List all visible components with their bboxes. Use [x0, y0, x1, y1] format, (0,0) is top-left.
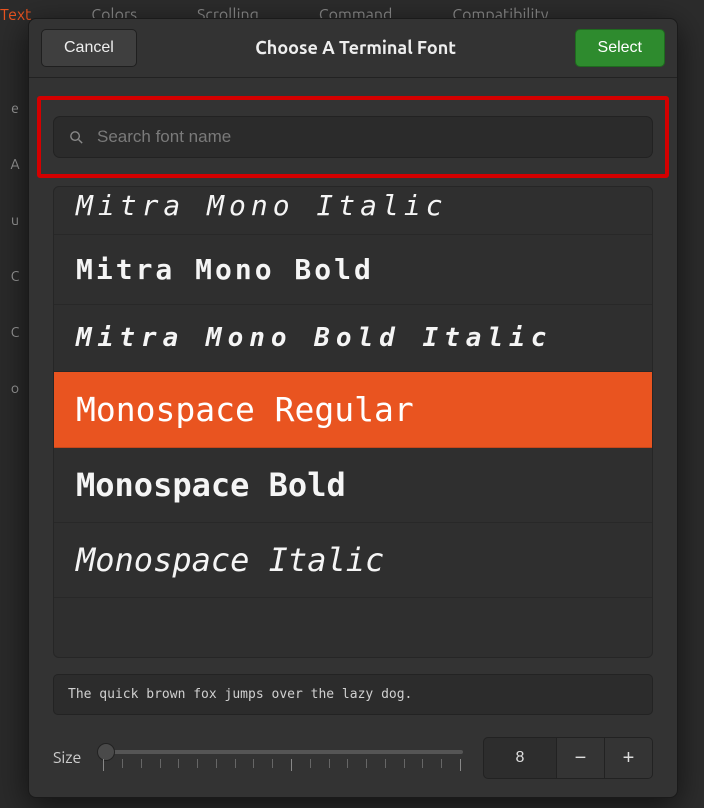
size-row: Size − +: [53, 737, 653, 779]
font-item-mitra-mono-italic[interactable]: Mitra Mono Italic: [54, 187, 652, 235]
cancel-button[interactable]: Cancel: [41, 29, 137, 67]
size-input[interactable]: [484, 738, 556, 778]
search-field-wrap[interactable]: [53, 116, 653, 158]
size-spinbutton: − +: [483, 737, 653, 779]
search-input[interactable]: [97, 127, 638, 147]
background-sidebar: e A u C C o: [0, 40, 30, 808]
search-icon: [68, 129, 85, 146]
select-button[interactable]: Select: [575, 29, 665, 67]
bg-tab-text: Text: [0, 6, 31, 24]
size-increment-button[interactable]: +: [604, 738, 652, 778]
size-label: Size: [53, 749, 81, 767]
size-decrement-button[interactable]: −: [556, 738, 604, 778]
search-highlight-annotation: [37, 96, 669, 178]
font-item-monospace-italic[interactable]: Monospace Italic: [54, 523, 652, 598]
font-preview: The quick brown fox jumps over the lazy …: [53, 674, 653, 715]
slider-track: [101, 750, 463, 754]
font-item-mitra-mono-bold-italic[interactable]: Mitra Mono Bold Italic: [54, 305, 652, 372]
dialog-title: Choose A Terminal Font: [137, 38, 575, 58]
titlebar: Cancel Choose A Terminal Font Select: [29, 19, 677, 78]
font-item-monospace-bold[interactable]: Monospace Bold: [54, 448, 652, 523]
font-chooser-dialog: Cancel Choose A Terminal Font Select Mit…: [28, 18, 678, 798]
font-list[interactable]: Mitra Mono Italic Mitra Mono Bold Mitra …: [53, 186, 653, 658]
font-item-monospace-regular[interactable]: Monospace Regular: [54, 372, 652, 448]
slider-ticks: [103, 759, 461, 771]
font-item-mitra-mono-bold[interactable]: Mitra Mono Bold: [54, 235, 652, 305]
size-slider[interactable]: [95, 741, 469, 775]
